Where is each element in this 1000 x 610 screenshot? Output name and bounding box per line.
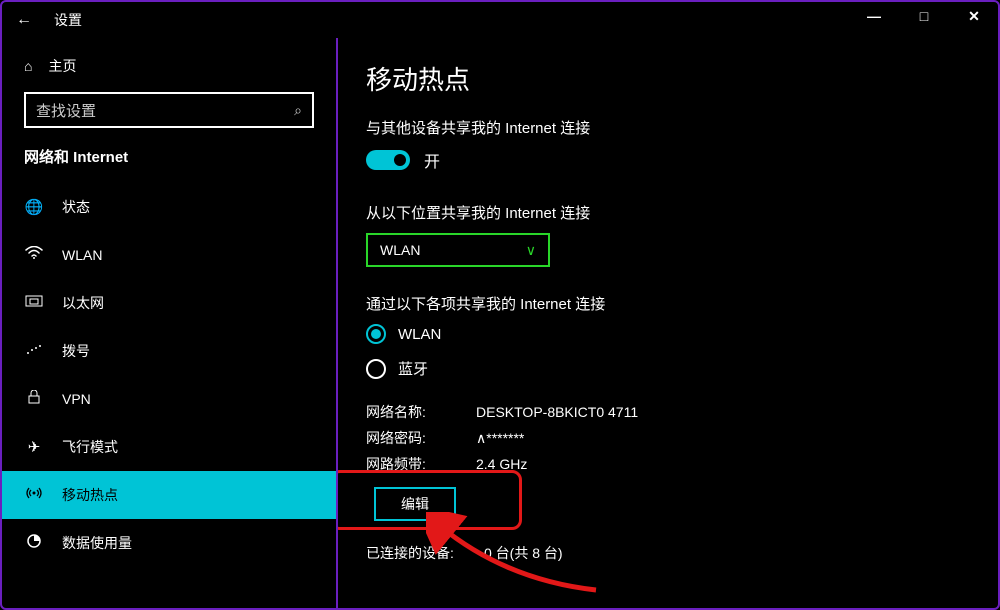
hotspot-icon [24, 485, 44, 505]
nav-ethernet[interactable]: 以太网 [2, 279, 336, 327]
home-label: 主页 [48, 56, 76, 76]
network-band-row: 网路频带: 2.4 GHz [366, 451, 998, 477]
radio-bluetooth[interactable]: 蓝牙 [366, 358, 998, 379]
home-icon: ⌂ [24, 58, 32, 74]
search-icon: ⌕ [294, 102, 302, 119]
app-title: 设置 [54, 10, 82, 30]
radio-wlan-label: WLAN [398, 326, 441, 343]
toggle-state: 开 [424, 148, 440, 172]
chevron-down-icon: ∨ [526, 242, 536, 259]
connected-devices-row: 已连接的设备: 0 台(共 8 台) [366, 543, 998, 563]
minimize-button[interactable]: — [864, 8, 884, 25]
title-bar: ← 设置 — □ ✕ [2, 2, 998, 38]
sidebar: ⌂ 主页 查找设置 ⌕ 网络和 Internet 🌐 状态 WLAN [2, 38, 338, 608]
nav-label: WLAN [62, 247, 102, 263]
share-via-label: 通过以下各项共享我的 Internet 连接 [366, 293, 998, 314]
section-label: 网络和 Internet [2, 146, 336, 175]
status-icon: 🌐 [24, 198, 44, 216]
nav-label: 移动热点 [62, 485, 118, 505]
home-button[interactable]: ⌂ 主页 [2, 48, 336, 92]
datausage-icon [24, 533, 44, 553]
search-input[interactable]: 查找设置 ⌕ [24, 92, 314, 128]
nav-wlan[interactable]: WLAN [2, 231, 336, 279]
nav-status[interactable]: 🌐 状态 [2, 183, 336, 231]
back-button[interactable]: ← [12, 11, 36, 29]
nav-label: 以太网 [62, 293, 104, 313]
share-toggle[interactable] [366, 150, 410, 170]
nav-label: 状态 [62, 197, 90, 217]
nav-label: 数据使用量 [62, 533, 132, 553]
nav-datausage[interactable]: 数据使用量 [2, 519, 336, 567]
nav-label: 飞行模式 [62, 437, 118, 457]
share-label: 与其他设备共享我的 Internet 连接 [366, 117, 998, 138]
nav-label: VPN [62, 391, 91, 407]
dropdown-value: WLAN [380, 242, 420, 258]
nav-airplane[interactable]: ✈ 飞行模式 [2, 423, 336, 471]
network-password-row: 网络密码: ∧******* [366, 425, 998, 451]
nav-label: 拨号 [62, 341, 90, 361]
nav-hotspot[interactable]: 移动热点 [2, 471, 336, 519]
radio-bt-label: 蓝牙 [398, 358, 428, 379]
radio-wlan[interactable]: WLAN [366, 324, 998, 344]
page-title: 移动热点 [366, 60, 998, 97]
vpn-icon [24, 390, 44, 408]
edit-button[interactable]: 编辑 [374, 487, 456, 521]
search-placeholder: 查找设置 [36, 100, 96, 121]
share-from-label: 从以下位置共享我的 Internet 连接 [366, 202, 998, 223]
nav-dialup[interactable]: 拨号 [2, 327, 336, 375]
share-from-dropdown[interactable]: WLAN ∨ [366, 233, 550, 267]
close-button[interactable]: ✕ [964, 8, 984, 25]
airplane-icon: ✈ [24, 438, 44, 456]
network-name-row: 网络名称: DESKTOP-8BKICT0 4711 [366, 399, 998, 425]
ethernet-icon [24, 294, 44, 312]
nav-vpn[interactable]: VPN [2, 375, 336, 423]
wlan-icon [24, 246, 44, 264]
content-area: 移动热点 与其他设备共享我的 Internet 连接 开 从以下位置共享我的 I… [338, 38, 998, 608]
dialup-icon [24, 343, 44, 360]
maximize-button[interactable]: □ [914, 8, 934, 25]
